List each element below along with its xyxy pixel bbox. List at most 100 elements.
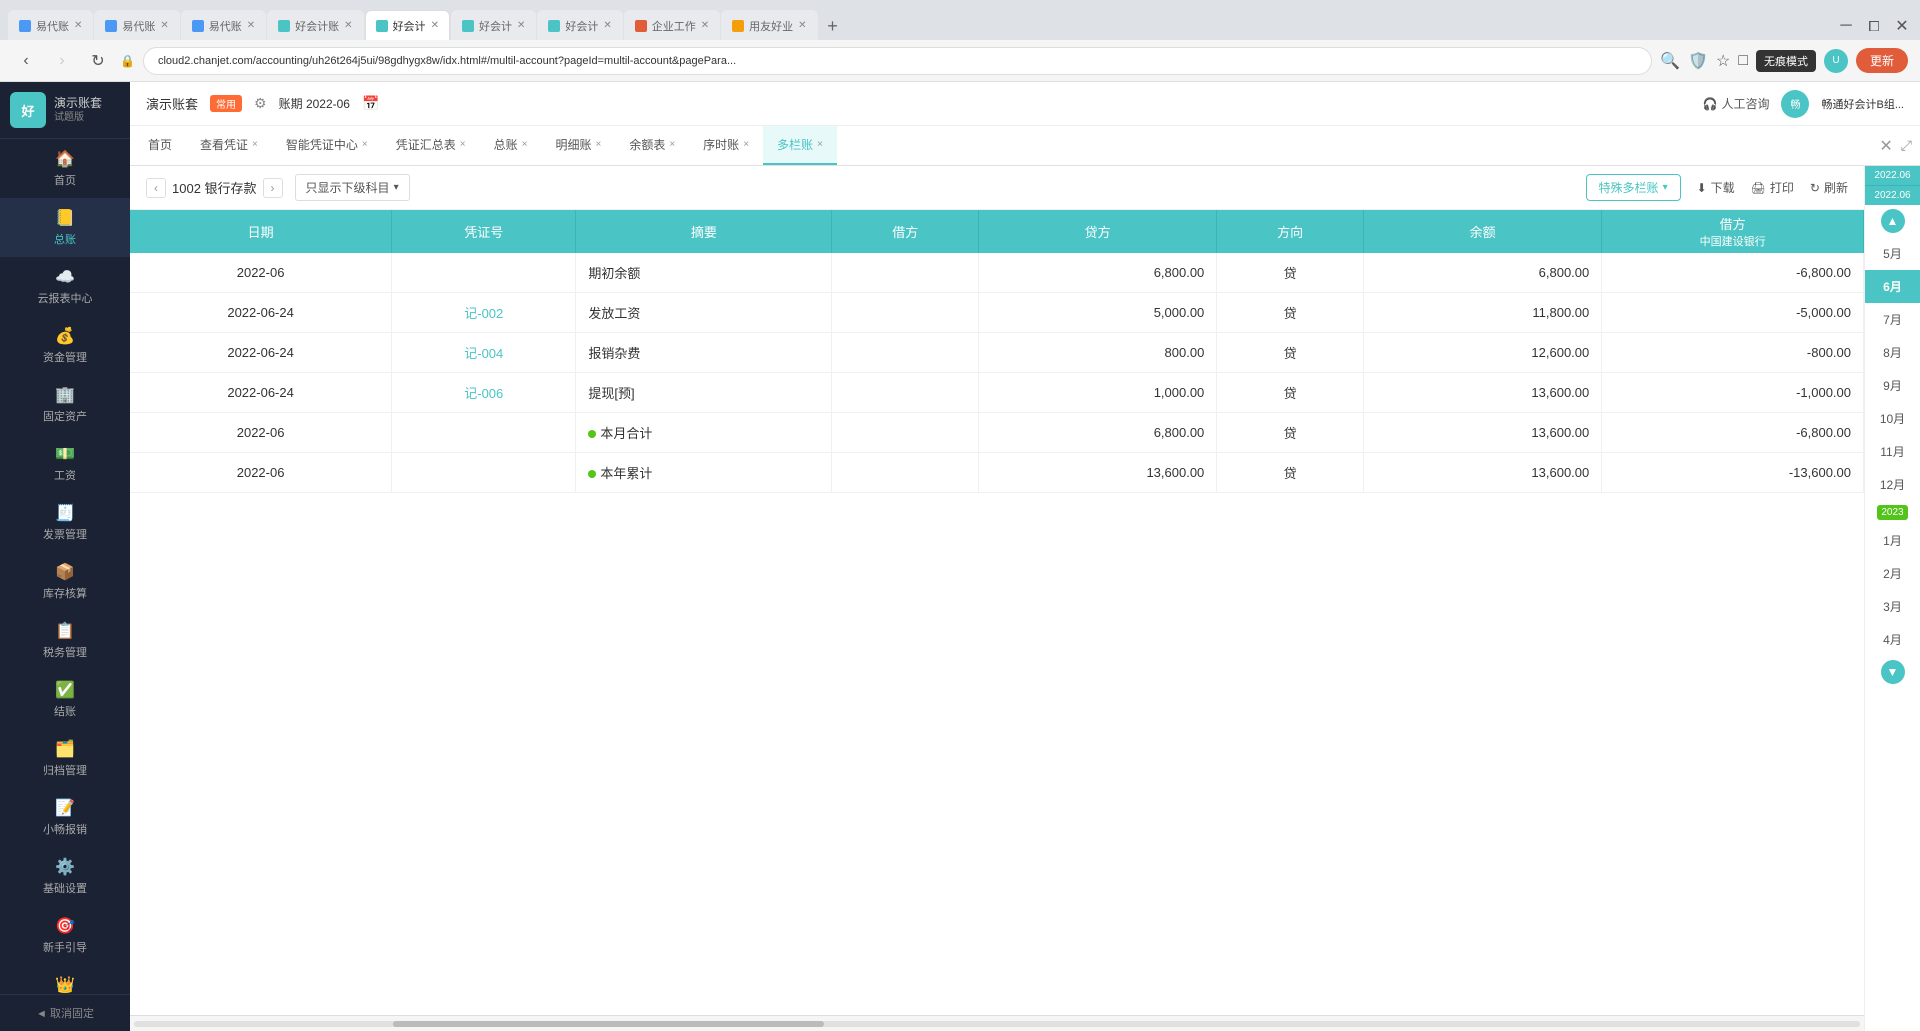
sidebar-item-畅会员[interactable]: 👑畅会员	[0, 965, 130, 994]
prev-account-button[interactable]: ‹	[146, 178, 166, 198]
print-button[interactable]: 🖨 打印	[1751, 179, 1794, 196]
month-item[interactable]: 4月	[1865, 623, 1920, 656]
calendar-icon[interactable]: 📅	[362, 95, 379, 112]
table-cell[interactable]: 记-006	[392, 373, 576, 413]
scroll-up-button[interactable]: ▲	[1881, 209, 1905, 233]
month-item[interactable]: 10月	[1865, 402, 1920, 435]
tag-badge[interactable]: 常用	[210, 95, 242, 112]
add-tab-button[interactable]: +	[819, 12, 847, 40]
ledger-table-wrapper[interactable]: 日期 凭证号 摘要 借方 贷方 方向 余额 借方 中国建设银行	[130, 210, 1864, 1015]
user-avatar[interactable]: 畅	[1781, 90, 1809, 118]
nav-tab-close-button[interactable]: ×	[817, 139, 823, 150]
no-trace-badge[interactable]: 无痕模式	[1756, 50, 1816, 72]
star-icon[interactable]: ☆	[1716, 51, 1730, 71]
consult-button[interactable]: 🎧 人工咨询	[1703, 95, 1770, 112]
sidebar-item-首页[interactable]: 🏠首页	[0, 139, 130, 198]
nav-tab[interactable]: 总账×	[480, 126, 542, 165]
nav-tab-close-button[interactable]: ×	[362, 139, 368, 150]
bottom-scrollbar[interactable]	[130, 1015, 1864, 1031]
address-input[interactable]	[143, 47, 1652, 75]
tab-close-button[interactable]: ✕	[517, 20, 525, 31]
month-item[interactable]: 3月	[1865, 590, 1920, 623]
nav-tab[interactable]: 序时账×	[689, 126, 763, 165]
nav-tab-close-button[interactable]: ×	[669, 139, 675, 150]
month-item[interactable]: 1月	[1865, 524, 1920, 557]
browser-tab[interactable]: 好会计账✕	[267, 10, 363, 40]
user-icon[interactable]: U	[1824, 49, 1848, 73]
nav-tab-close-button[interactable]: ×	[743, 139, 749, 150]
browser-tab[interactable]: 好会计✕	[537, 10, 622, 40]
sidebar-item-云报表中心[interactable]: ☁️云报表中心	[0, 257, 130, 316]
sidebar-item-小畅报销[interactable]: 📝小畅报销	[0, 788, 130, 847]
refresh-button[interactable]: ↻ 刷新	[1810, 179, 1848, 196]
nav-tab[interactable]: 余额表×	[615, 126, 689, 165]
nav-tab[interactable]: 多栏账×	[763, 126, 837, 165]
sidebar-item-固定资产[interactable]: 🏢固定资产	[0, 375, 130, 434]
month-item[interactable]: 9月	[1865, 369, 1920, 402]
tab-close-button[interactable]: ✕	[603, 20, 611, 31]
nav-tab[interactable]: 首页	[134, 126, 186, 165]
sidebar-item-税务管理[interactable]: 📋税务管理	[0, 611, 130, 670]
sidebar-item-库存核算[interactable]: 📦库存核算	[0, 552, 130, 611]
nav-tab-close-button[interactable]: ×	[522, 139, 528, 150]
special-multi-button[interactable]: 特殊多栏账 ▾	[1586, 174, 1681, 201]
close-panel-button[interactable]: ✕	[1879, 136, 1892, 156]
settings-icon[interactable]: ⚙	[254, 95, 267, 112]
update-button[interactable]: 更新	[1856, 48, 1908, 73]
table-cell[interactable]: 记-004	[392, 333, 576, 373]
nav-tab[interactable]: 明细账×	[541, 126, 615, 165]
month-item[interactable]: 8月	[1865, 336, 1920, 369]
nav-tab-close-button[interactable]: ×	[595, 139, 601, 150]
browser-tab[interactable]: 易代账✕	[94, 10, 179, 40]
sidebar-item-结账[interactable]: ✅结账	[0, 670, 130, 729]
search-icon[interactable]: 🔍	[1660, 51, 1680, 71]
browser-tab[interactable]: 易代账✕	[8, 10, 93, 40]
tab-close-button[interactable]: ✕	[798, 20, 806, 31]
tab-close-button[interactable]: ✕	[74, 20, 82, 31]
browser-tab[interactable]: 好会计✕	[451, 10, 536, 40]
browser-tab[interactable]: 好会计✕	[365, 10, 450, 40]
forward-button[interactable]: ›	[48, 47, 76, 75]
download-button[interactable]: ⬇ 下载	[1697, 179, 1735, 196]
sidebar-item-基础设置[interactable]: ⚙️基础设置	[0, 847, 130, 906]
maximize-button[interactable]: ⧠	[1864, 16, 1884, 36]
nav-tab-close-button[interactable]: ×	[460, 139, 466, 150]
sidebar-item-发票管理[interactable]: 🧾发票管理	[0, 493, 130, 552]
tab-close-button[interactable]: ✕	[431, 20, 439, 31]
browser-tab[interactable]: 易代账✕	[181, 10, 266, 40]
tab-close-button[interactable]: ✕	[701, 20, 709, 31]
month-item[interactable]: 12月	[1865, 468, 1920, 501]
month-item[interactable]: 7月	[1865, 303, 1920, 336]
browser-tab[interactable]: 用友好业✕	[721, 10, 817, 40]
expand-button[interactable]: ⤢	[1901, 137, 1912, 154]
month-item[interactable]: 6月	[1865, 270, 1920, 303]
tab-favicon-icon	[278, 20, 290, 32]
address-lock-icon: 🔒	[120, 54, 135, 68]
back-button[interactable]: ‹	[12, 47, 40, 75]
month-item[interactable]: 11月	[1865, 435, 1920, 468]
reload-button[interactable]: ↻	[84, 47, 112, 75]
nav-tab-close-button[interactable]: ×	[252, 139, 258, 150]
next-account-button[interactable]: ›	[263, 178, 283, 198]
nav-tab[interactable]: 查看凭证×	[186, 126, 272, 165]
sidebar-bottom[interactable]: ◄ 取消固定	[0, 994, 130, 1031]
nav-tab[interactable]: 智能凭证中心×	[272, 126, 382, 165]
sidebar-item-工资[interactable]: 💵工资	[0, 434, 130, 493]
browser-tab[interactable]: 企业工作✕	[624, 10, 720, 40]
sidebar-item-归档管理[interactable]: 🗂️归档管理	[0, 729, 130, 788]
close-button[interactable]: ✕	[1892, 16, 1912, 36]
filter-dropdown[interactable]: 只显示下级科目 ▾	[295, 174, 410, 201]
sidebar-item-总账[interactable]: 📒总账	[0, 198, 130, 257]
extension-icon[interactable]: □	[1738, 52, 1748, 70]
nav-tab[interactable]: 凭证汇总表×	[382, 126, 480, 165]
scroll-down-button[interactable]: ▼	[1881, 660, 1905, 684]
tab-close-button[interactable]: ✕	[344, 20, 352, 31]
month-item[interactable]: 5月	[1865, 237, 1920, 270]
sidebar-item-新手引导[interactable]: 🎯新手引导	[0, 906, 130, 965]
sidebar-item-资金管理[interactable]: 💰资金管理	[0, 316, 130, 375]
tab-close-button[interactable]: ✕	[247, 20, 255, 31]
tab-close-button[interactable]: ✕	[160, 20, 168, 31]
table-cell[interactable]: 记-002	[392, 293, 576, 333]
month-item[interactable]: 2月	[1865, 557, 1920, 590]
minimize-button[interactable]: ─	[1836, 16, 1856, 36]
